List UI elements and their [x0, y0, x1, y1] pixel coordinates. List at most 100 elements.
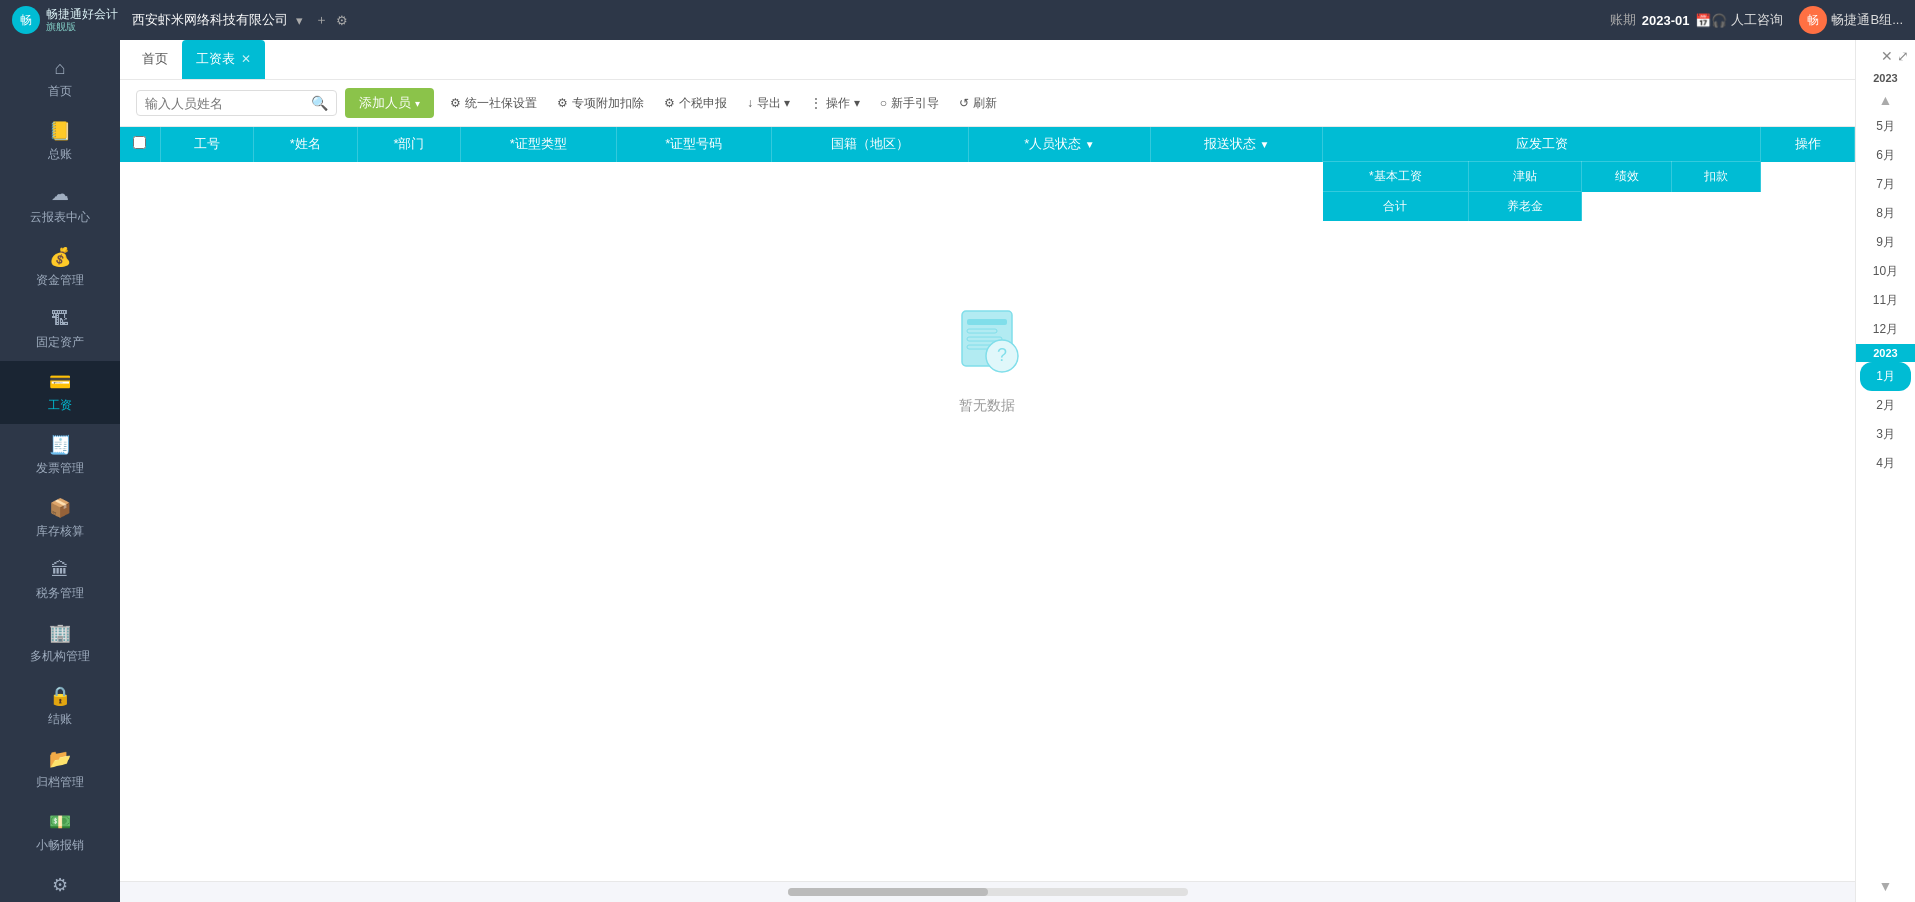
month-item-2022-09[interactable]: 9月	[1856, 228, 1915, 257]
th-allowance: 津贴	[1468, 162, 1581, 192]
panel-down-arrow[interactable]: ▼	[1875, 874, 1897, 898]
add-dropdown-arrow: ▾	[415, 98, 420, 109]
service-button[interactable]: 🎧 人工咨询	[1711, 11, 1783, 29]
settings-icon[interactable]: ⚙	[336, 13, 348, 28]
user-avatar: 畅	[1799, 6, 1827, 34]
scroll-thumb[interactable]	[788, 888, 988, 896]
operate-label: 操作 ▾	[826, 95, 859, 112]
content-area: 首页工资表 ✕ 🔍 添加人员 ▾ ⚙统一社保设置 ⚙ 专项附加扣除 ⚙ 个税申报 ↓导出 ▾…	[120, 40, 1855, 902]
table-body: ? 暂无数据	[120, 221, 1855, 495]
sidebar-item-settings[interactable]: ⚙基础设置	[0, 864, 120, 902]
month-item-2023-02[interactable]: 2月	[1856, 391, 1915, 420]
sidebar-item-close[interactable]: 🔒结账	[0, 675, 120, 738]
th-dept: *部门	[357, 127, 461, 162]
toolbar-actions: ⚙统一社保设置 ⚙ 专项附加扣除 ⚙ 个税申报 ↓导出 ▾ ⋮ 操作 ▾ ○新手引导↺刷新	[442, 91, 1839, 116]
sidebar-label-cloud-report: 云报表中心	[30, 209, 90, 226]
sidebar-label-multi-org: 多机构管理	[30, 648, 90, 665]
data-table: 工号 *姓名 *部门 *证型类型 *证型号码 国籍（地区） *人员状态 ▼ 报送…	[120, 127, 1855, 495]
sidebar-item-salary[interactable]: 💳工资	[0, 361, 120, 424]
tab-label-salary-tab: 工资表	[196, 50, 235, 68]
sidebar-item-home[interactable]: ⌂首页	[0, 48, 120, 110]
panel-year-header: 2023	[1873, 68, 1897, 88]
toolbar-social-security[interactable]: ⚙统一社保设置	[442, 91, 545, 116]
toolbar-export[interactable]: ↓导出 ▾	[739, 91, 798, 116]
month-list: 5月6月7月8月9月10月11月12月20231月2月3月4月	[1856, 112, 1915, 874]
th-total: 合计	[1323, 192, 1469, 222]
search-input[interactable]	[145, 96, 305, 111]
fixed-assets-icon: 🏗	[51, 309, 69, 330]
sidebar-item-multi-org[interactable]: 🏢多机构管理	[0, 612, 120, 675]
search-icon: 🔍	[311, 95, 328, 111]
sidebar-item-fund[interactable]: 💰资金管理	[0, 236, 120, 299]
empty-state: ? 暂无数据	[120, 221, 1855, 495]
add-person-button[interactable]: 添加人员 ▾	[345, 88, 434, 118]
month-item-2023-01[interactable]: 1月	[1860, 362, 1911, 391]
month-item-2023-04[interactable]: 4月	[1856, 449, 1915, 478]
th-salary-group: 应发工资	[1323, 127, 1761, 162]
company-dropdown-icon[interactable]: ▾	[296, 13, 303, 28]
refresh-label: 刷新	[973, 95, 997, 112]
tabs-bar: 首页工资表 ✕	[120, 40, 1855, 80]
month-item-2022-08[interactable]: 8月	[1856, 199, 1915, 228]
operate-icon: ⋮	[810, 96, 822, 110]
add-company-icon[interactable]: ＋	[315, 11, 328, 29]
toolbar-operate[interactable]: ⋮ 操作 ▾	[802, 91, 867, 116]
company-selector[interactable]: 西安虾米网络科技有限公司 ▾ ＋ ⚙	[132, 11, 1590, 29]
ledger-icon: 📒	[49, 120, 71, 142]
svg-text:?: ?	[997, 345, 1007, 365]
select-all-checkbox[interactable]	[133, 136, 146, 149]
month-item-2022-06[interactable]: 6月	[1856, 141, 1915, 170]
month-item-2022-11[interactable]: 11月	[1856, 286, 1915, 315]
sidebar-item-tax[interactable]: 🏛税务管理	[0, 550, 120, 612]
month-item-2022-12[interactable]: 12月	[1856, 315, 1915, 344]
th-id-no: *证型号码	[616, 127, 771, 162]
sidebar-item-cloud-report[interactable]: ☁云报表中心	[0, 173, 120, 236]
toolbar-new-guide[interactable]: ○新手引导	[872, 91, 947, 116]
th-report-status: 报送状态 ▼	[1151, 127, 1323, 162]
sidebar-label-tax: 税务管理	[36, 585, 84, 602]
period-selector[interactable]: 账期 2023-01 📅	[1610, 11, 1712, 29]
sidebar-label-fixed-assets: 固定资产	[36, 334, 84, 351]
settings-icon: ⚙	[52, 874, 68, 896]
special-deduct-label: 专项附加扣除	[572, 95, 644, 112]
year-label-2023: 2023	[1856, 344, 1915, 362]
sidebar-item-archive[interactable]: 📂归档管理	[0, 738, 120, 801]
logo-text: 畅捷通好会计 旗舰版	[46, 7, 118, 33]
tab-close-salary-tab[interactable]: ✕	[241, 52, 251, 66]
svg-rect-1	[967, 319, 1007, 325]
export-icon: ↓	[747, 96, 753, 110]
month-item-2022-10[interactable]: 10月	[1856, 257, 1915, 286]
empty-icon: ?	[947, 301, 1027, 381]
personal-tax-label: 个税申报	[679, 95, 727, 112]
sidebar-label-salary: 工资	[48, 397, 72, 414]
tab-home-tab[interactable]: 首页	[128, 40, 182, 79]
new-guide-label: 新手引导	[891, 95, 939, 112]
expand-panel-button[interactable]: ⤢	[1897, 48, 1909, 64]
month-item-2022-05[interactable]: 5月	[1856, 112, 1915, 141]
sidebar-label-fund: 资金管理	[36, 272, 84, 289]
special-deduct-icon: ⚙	[557, 96, 568, 110]
toolbar-special-deduct[interactable]: ⚙ 专项附加扣除	[549, 91, 652, 116]
sidebar-item-invoice[interactable]: 🧾发票管理	[0, 424, 120, 487]
tab-salary-tab[interactable]: 工资表 ✕	[182, 40, 265, 79]
empty-text: 暂无数据	[959, 397, 1015, 415]
panel-top-buttons: ✕ ⤢	[1875, 44, 1915, 68]
sidebar-item-ledger[interactable]: 📒总账	[0, 110, 120, 173]
sidebar-item-expense[interactable]: 💵小畅报销	[0, 801, 120, 864]
sidebar-item-fixed-assets[interactable]: 🏗 固定资产	[0, 299, 120, 361]
th-no: 工号	[160, 127, 254, 162]
panel-up-arrow[interactable]: ▲	[1875, 88, 1897, 112]
sidebar-item-inventory[interactable]: 📦库存核算	[0, 487, 120, 550]
month-item-2022-07[interactable]: 7月	[1856, 170, 1915, 199]
th-spacer3	[120, 192, 1323, 222]
user-menu[interactable]: 畅 畅捷通B组...	[1799, 6, 1903, 34]
scroll-track[interactable]	[788, 888, 1188, 896]
toolbar-personal-tax[interactable]: ⚙ 个税申报	[656, 91, 735, 116]
close-panel-button[interactable]: ✕	[1881, 48, 1893, 64]
sidebar-label-archive: 归档管理	[36, 774, 84, 791]
month-item-2023-03[interactable]: 3月	[1856, 420, 1915, 449]
calendar-icon[interactable]: 📅	[1695, 13, 1711, 28]
toolbar: 🔍 添加人员 ▾ ⚙统一社保设置 ⚙ 专项附加扣除 ⚙ 个税申报 ↓导出 ▾ ⋮ 操作 ▾ ○新…	[120, 80, 1855, 127]
toolbar-refresh[interactable]: ↺刷新	[951, 91, 1005, 116]
personal-tax-icon: ⚙	[664, 96, 675, 110]
